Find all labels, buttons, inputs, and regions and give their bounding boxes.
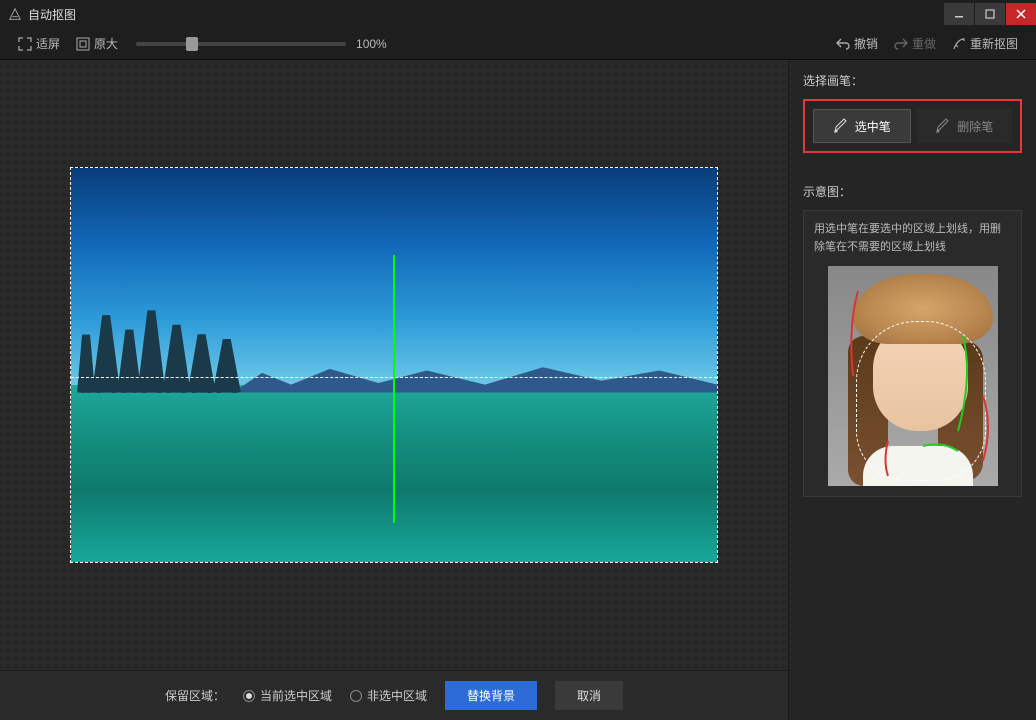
remove-stroke-example	[885, 441, 888, 476]
brush-icon	[935, 118, 951, 134]
original-label: 原大	[94, 35, 118, 52]
bottom-bar: 保留区域： 当前选中区域 非选中区域 替换背景 取消	[0, 670, 788, 720]
fit-icon	[18, 37, 32, 51]
maximize-button[interactable]	[975, 3, 1005, 25]
original-size-button[interactable]: 原大	[68, 31, 126, 56]
select-brush-button[interactable]: 选中笔	[813, 109, 911, 143]
redo-icon	[894, 37, 908, 51]
window-controls	[943, 3, 1036, 25]
cancel-button[interactable]: 取消	[555, 681, 623, 710]
brush-icon	[833, 118, 849, 134]
recutout-label: 重新抠图	[970, 35, 1018, 52]
fit-label: 适屏	[36, 35, 60, 52]
minimize-button[interactable]	[944, 3, 974, 25]
side-panel: 选择画笔： 选中笔 删除笔 示意图： 用选中笔在要选中的区域上划线，用删除笔在不…	[788, 60, 1036, 720]
lake-image	[71, 168, 717, 562]
app-icon	[8, 7, 22, 21]
example-box: 用选中笔在要选中的区域上划线，用删除笔在不需要的区域上划线	[803, 210, 1022, 497]
recutout-icon	[952, 37, 966, 51]
remove-brush-button[interactable]: 删除笔	[917, 109, 1013, 143]
radio-current-selection[interactable]: 当前选中区域	[243, 687, 332, 704]
undo-label: 撤销	[854, 35, 878, 52]
zoom-slider[interactable]: 100%	[136, 37, 387, 51]
example-section-title: 示意图：	[803, 183, 1022, 200]
brush-selector-highlight: 选中笔 删除笔	[803, 99, 1022, 153]
radio-current-label: 当前选中区域	[260, 687, 332, 704]
select-stroke-example	[958, 336, 967, 431]
toolbar: 适屏 原大 100% 撤销 重做 重新抠图	[0, 28, 1036, 60]
select-brush-label: 选中笔	[855, 118, 891, 135]
replace-background-button[interactable]: 替换背景	[445, 681, 537, 710]
main-area: 保留区域： 当前选中区域 非选中区域 替换背景 取消 选择画笔： 选中笔 删除笔	[0, 60, 1036, 720]
radio-icon	[350, 690, 362, 702]
brush-section-title: 选择画笔：	[803, 72, 1022, 89]
canvas-area: 保留区域： 当前选中区域 非选中区域 替换背景 取消	[0, 60, 788, 720]
recutout-button[interactable]: 重新抠图	[944, 31, 1026, 56]
radio-non-label: 非选中区域	[367, 687, 427, 704]
selection-stroke	[393, 255, 395, 523]
image-frame[interactable]	[70, 167, 718, 563]
select-stroke-example	[923, 445, 958, 452]
remove-brush-label: 删除笔	[957, 118, 993, 135]
canvas-view	[0, 60, 788, 670]
example-image	[828, 266, 998, 486]
redo-label: 重做	[912, 35, 936, 52]
fit-screen-button[interactable]: 适屏	[10, 31, 68, 56]
example-text: 用选中笔在要选中的区域上划线，用删除笔在不需要的区域上划线	[814, 221, 1011, 256]
image-trees	[71, 306, 252, 393]
redo-button[interactable]: 重做	[886, 31, 944, 56]
original-icon	[76, 37, 90, 51]
titlebar: 自动抠图	[0, 0, 1036, 28]
remove-stroke-example	[851, 291, 858, 376]
slider-track[interactable]	[136, 42, 346, 46]
undo-icon	[836, 37, 850, 51]
close-button[interactable]	[1006, 3, 1036, 25]
undo-button[interactable]: 撤销	[828, 31, 886, 56]
window-title: 自动抠图	[28, 6, 943, 23]
slider-thumb[interactable]	[186, 37, 198, 51]
remove-stroke-example	[983, 396, 988, 461]
retain-label: 保留区域：	[165, 687, 225, 704]
zoom-percent: 100%	[356, 37, 387, 51]
radio-icon	[243, 690, 255, 702]
radio-non-selection[interactable]: 非选中区域	[350, 687, 427, 704]
